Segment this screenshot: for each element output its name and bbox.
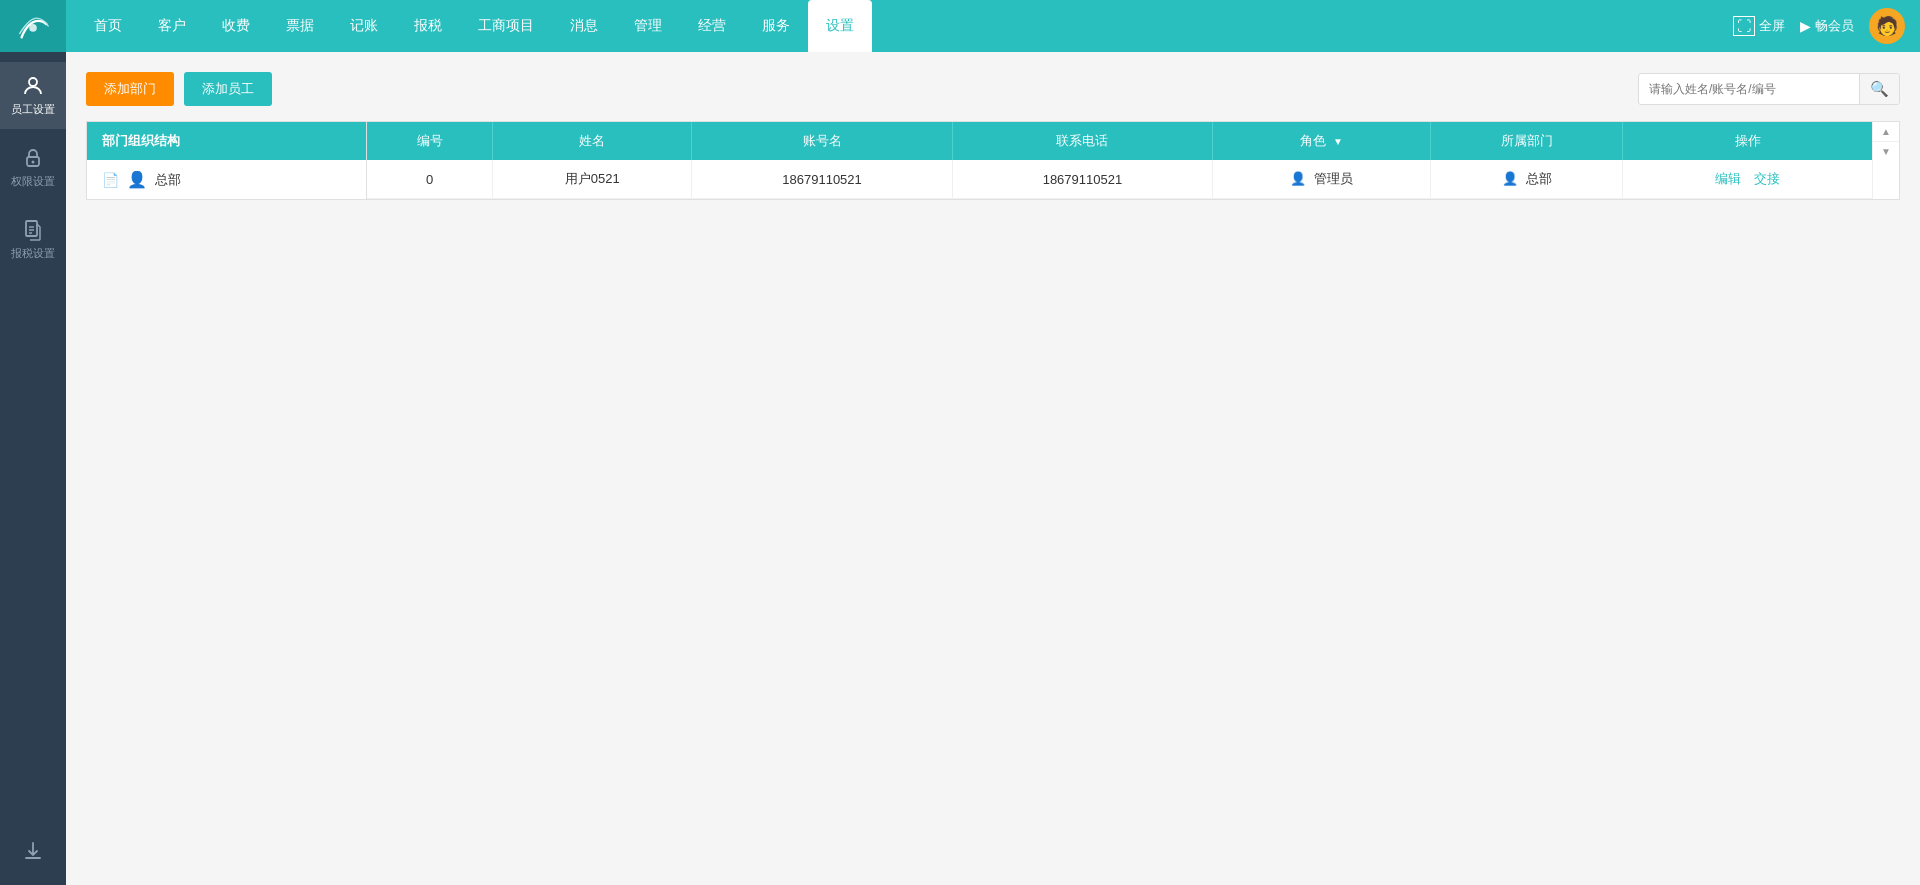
dept-user-icon: 👤 (1502, 171, 1518, 186)
col-header-role: 角色 ▼ (1213, 122, 1431, 160)
nav-item-fee[interactable]: 收费 (204, 0, 268, 52)
sidebar-item-tax-label: 报税设置 (11, 246, 55, 261)
file-icon: 📄 (102, 172, 119, 188)
table-container: 部门组织结构 📄 👤 总部 编号 姓名 账号名 联系电话 (86, 121, 1900, 200)
sidebar-item-permission[interactable]: 权限设置 (0, 134, 66, 201)
tree-header: 部门组织结构 (87, 122, 366, 160)
tree-item-general[interactable]: 📄 👤 总部 (87, 160, 366, 199)
nav-item-message[interactable]: 消息 (552, 0, 616, 52)
sidebar-item-employee[interactable]: 员工设置 (0, 62, 66, 129)
nav-item-invoice[interactable]: 票据 (268, 0, 332, 52)
col-header-actions: 操作 (1623, 122, 1872, 160)
cell-role: 👤 管理员 (1213, 160, 1431, 199)
nav-right: ⛶ 全屏 ▶ 畅会员 🧑 (1733, 8, 1920, 44)
fullscreen-button[interactable]: ⛶ 全屏 (1733, 16, 1785, 36)
add-dept-button[interactable]: 添加部门 (86, 72, 174, 106)
cell-phone: 18679110521 (952, 160, 1212, 199)
cell-dept: 👤 总部 (1431, 160, 1623, 199)
cell-actions: 编辑 交接 (1623, 160, 1872, 199)
svg-point-3 (32, 161, 35, 164)
tree-item-label: 总部 (155, 171, 181, 189)
col-header-name: 姓名 (493, 122, 692, 160)
search-box: 🔍 (1638, 73, 1900, 105)
vip-button[interactable]: ▶ 畅会员 (1800, 17, 1854, 35)
tree-user-icon: 👤 (127, 170, 147, 189)
lock-icon (21, 146, 45, 170)
logo-area (0, 0, 66, 52)
nav-item-manage[interactable]: 管理 (616, 0, 680, 52)
nav-item-accounting[interactable]: 记账 (332, 0, 396, 52)
toolbar: 添加部门 添加员工 🔍 (86, 72, 1900, 106)
nav-item-tax[interactable]: 报税 (396, 0, 460, 52)
cell-account: 18679110521 (692, 160, 952, 199)
svg-point-1 (29, 78, 37, 86)
search-icon: 🔍 (1870, 80, 1889, 97)
table-row: 0 用户0521 18679110521 18679110521 👤 管理员 👤… (367, 160, 1872, 199)
col-header-dept: 所属部门 (1431, 122, 1623, 160)
vip-label: 畅会员 (1815, 17, 1854, 35)
download-icon (21, 839, 45, 863)
add-employee-button[interactable]: 添加员工 (184, 72, 272, 106)
content-area: 添加部门 添加员工 🔍 部门组织结构 📄 👤 总部 (66, 52, 1920, 885)
fullscreen-label: 全屏 (1759, 17, 1785, 35)
avatar[interactable]: 🧑 (1869, 8, 1905, 44)
role-filter-icon[interactable]: ▼ (1333, 136, 1343, 147)
svg-point-0 (29, 24, 37, 32)
cell-name: 用户0521 (493, 160, 692, 199)
col-header-account: 账号名 (692, 122, 952, 160)
logo-icon (14, 7, 52, 45)
edit-link[interactable]: 编辑 (1715, 171, 1741, 186)
tree-panel: 部门组织结构 📄 👤 总部 (87, 122, 367, 199)
sidebar-item-tax-settings[interactable]: 报税设置 (0, 206, 66, 273)
data-table: 编号 姓名 账号名 联系电话 角色 ▼ 所属部门 操作 (367, 122, 1872, 199)
col-header-phone: 联系电话 (952, 122, 1212, 160)
sidebar-item-employee-label: 员工设置 (11, 102, 55, 117)
nav-item-settings[interactable]: 设置 (808, 0, 872, 52)
sidebar-item-download[interactable] (0, 827, 66, 875)
main-layout: 员工设置 权限设置 报税设置 (0, 52, 1920, 885)
nav-item-business[interactable]: 工商项目 (460, 0, 552, 52)
nav-item-operation[interactable]: 经营 (680, 0, 744, 52)
svg-rect-4 (26, 221, 37, 236)
person-icon (21, 74, 45, 98)
col-header-id: 编号 (367, 122, 493, 160)
nav-item-home[interactable]: 首页 (76, 0, 140, 52)
scroll-up-button[interactable]: ▲ (1873, 122, 1899, 142)
table-header-row: 编号 姓名 账号名 联系电话 角色 ▼ 所属部门 操作 (367, 122, 1872, 160)
nav-item-service[interactable]: 服务 (744, 0, 808, 52)
nav-items: 首页 客户 收费 票据 记账 报税 工商项目 消息 管理 经营 服务 设置 (66, 0, 1733, 52)
sidebar: 员工设置 权限设置 报税设置 (0, 52, 66, 885)
search-input[interactable] (1639, 76, 1859, 102)
sidebar-item-permission-label: 权限设置 (11, 174, 55, 189)
scroll-down-button[interactable]: ▼ (1873, 142, 1899, 161)
transfer-link[interactable]: 交接 (1754, 171, 1780, 186)
search-button[interactable]: 🔍 (1859, 74, 1899, 104)
role-user-icon: 👤 (1290, 171, 1306, 186)
cell-id: 0 (367, 160, 493, 199)
vip-icon: ▶ (1800, 18, 1811, 34)
avatar-icon: 🧑 (1876, 15, 1898, 37)
nav-item-customer[interactable]: 客户 (140, 0, 204, 52)
scroll-arrows: ▲ ▼ (1872, 122, 1899, 199)
top-nav: 首页 客户 收费 票据 记账 报税 工商项目 消息 管理 经营 服务 设置 ⛶ … (0, 0, 1920, 52)
doc-icon (21, 218, 45, 242)
fullscreen-icon: ⛶ (1733, 16, 1755, 36)
employee-table: 编号 姓名 账号名 联系电话 角色 ▼ 所属部门 操作 (367, 122, 1872, 199)
